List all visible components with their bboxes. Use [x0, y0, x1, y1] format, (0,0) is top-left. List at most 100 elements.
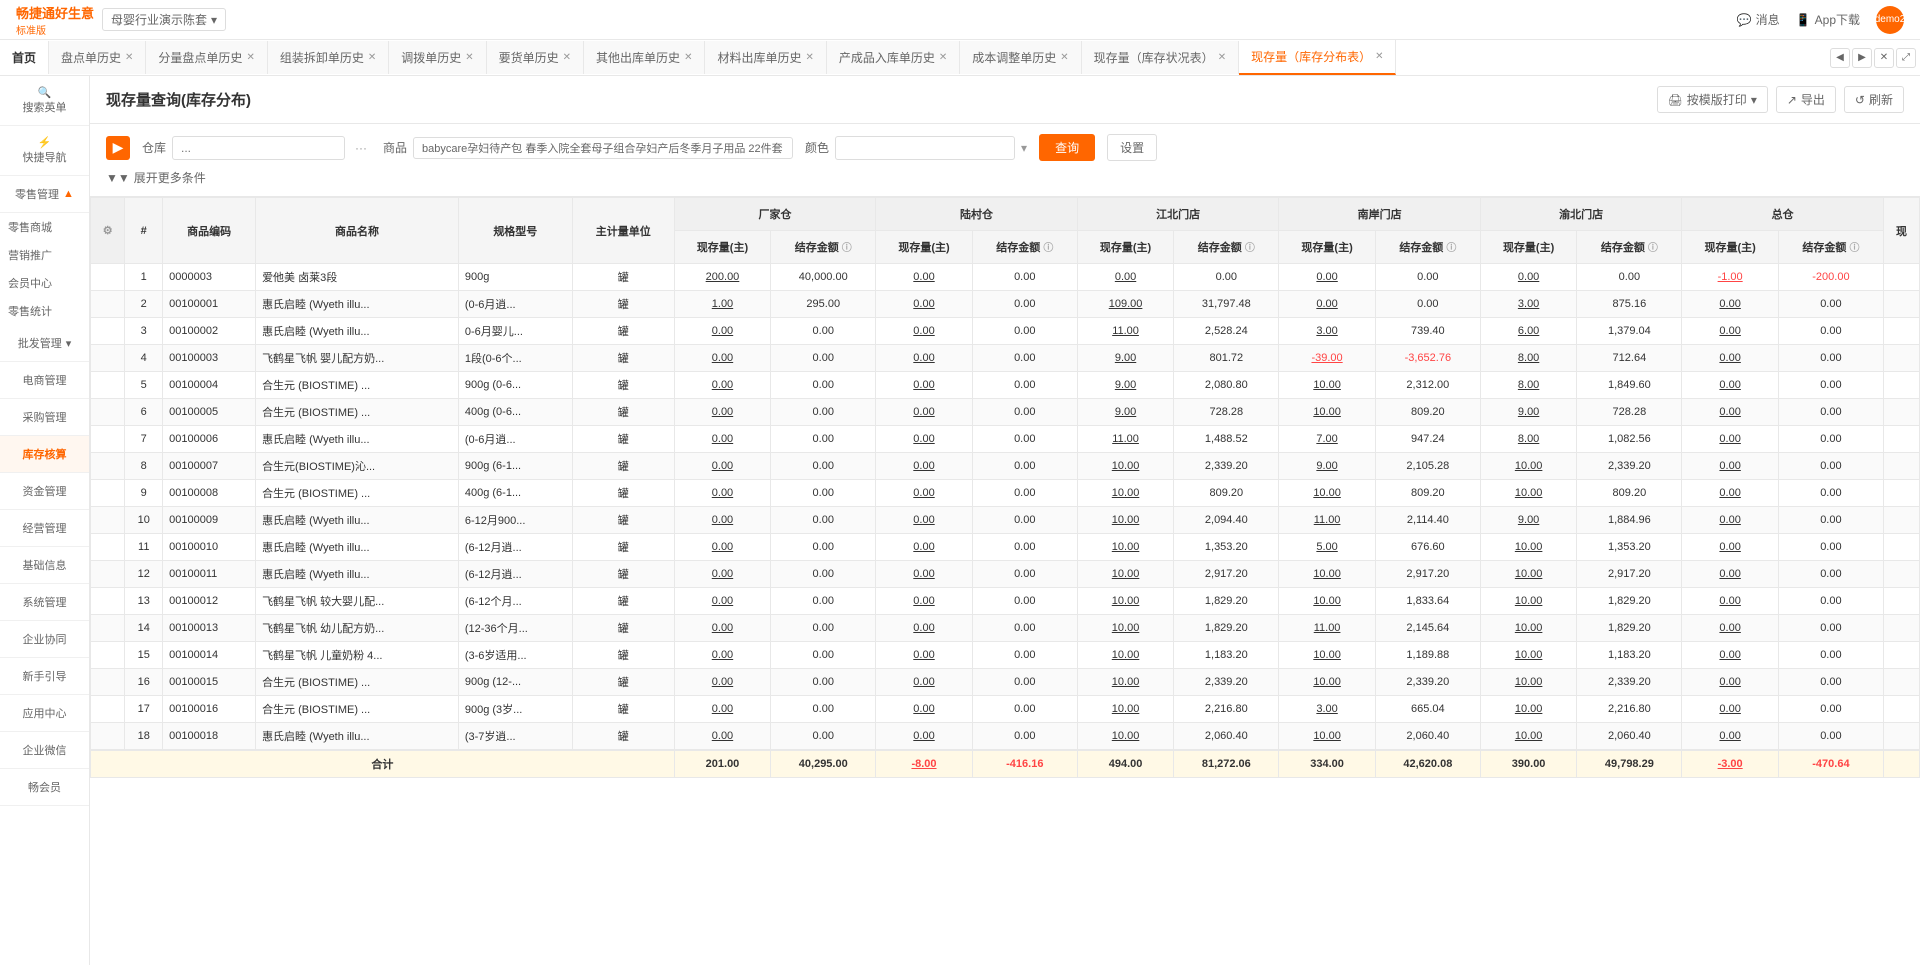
- row-c1-qty[interactable]: 0.00: [674, 453, 770, 480]
- row-c4-qty[interactable]: 10.00: [1279, 561, 1375, 588]
- sidebar-item-corp[interactable]: 企业协同: [0, 621, 89, 658]
- row-c3-qty[interactable]: 10.00: [1077, 696, 1173, 723]
- close-icon[interactable]: ✕: [805, 52, 813, 63]
- row-c4-qty[interactable]: 11.00: [1279, 615, 1375, 642]
- row-c5-qty[interactable]: 6.00: [1480, 318, 1576, 345]
- row-c1-qty[interactable]: 0.00: [674, 615, 770, 642]
- tab-xcfb[interactable]: 现存量（库存分布表） ✕: [1239, 40, 1396, 75]
- close-icon[interactable]: ✕: [684, 52, 692, 63]
- row-c5-qty[interactable]: 10.00: [1480, 723, 1576, 751]
- row-total-qty[interactable]: 0.00: [1682, 372, 1778, 399]
- sidebar-item-vip[interactable]: 畅会员: [0, 769, 89, 806]
- row-total-qty[interactable]: 0.00: [1682, 534, 1778, 561]
- row-c3-qty[interactable]: 10.00: [1077, 642, 1173, 669]
- row-total-qty[interactable]: 0.00: [1682, 399, 1778, 426]
- row-total-qty[interactable]: 0.00: [1682, 480, 1778, 507]
- tab-cprkls[interactable]: 产成品入库单历史 ✕: [827, 41, 960, 74]
- row-c4-qty[interactable]: 5.00: [1279, 534, 1375, 561]
- row-c4-qty[interactable]: 7.00: [1279, 426, 1375, 453]
- sidebar-item-apps[interactable]: 应用中心: [0, 695, 89, 732]
- row-total-qty[interactable]: 0.00: [1682, 507, 1778, 534]
- sidebar-item-ecom[interactable]: 电商管理: [0, 362, 89, 399]
- table-container[interactable]: ⚙ # 商品编码 商品名称 规格型号 主计量单位 厂家仓 陆村仓 江北门店 南岸…: [90, 197, 1920, 965]
- filter-toggle-btn[interactable]: ▶: [106, 136, 130, 160]
- row-c1-qty[interactable]: 0.00: [674, 561, 770, 588]
- row-c5-qty[interactable]: 8.00: [1480, 345, 1576, 372]
- row-c4-qty[interactable]: 10.00: [1279, 669, 1375, 696]
- row-total-qty[interactable]: -1.00: [1682, 264, 1778, 291]
- row-c5-qty[interactable]: 10.00: [1480, 534, 1576, 561]
- row-c2-qty[interactable]: 0.00: [876, 642, 972, 669]
- row-total-qty[interactable]: 0.00: [1682, 561, 1778, 588]
- row-c5-qty[interactable]: 3.00: [1480, 291, 1576, 318]
- row-c3-qty[interactable]: 10.00: [1077, 453, 1173, 480]
- tab-qtckls[interactable]: 其他出库单历史 ✕: [584, 41, 705, 74]
- row-c2-qty[interactable]: 0.00: [876, 372, 972, 399]
- row-c4-qty[interactable]: 0.00: [1279, 291, 1375, 318]
- row-c5-qty[interactable]: 10.00: [1480, 588, 1576, 615]
- setting-btn[interactable]: 设置: [1107, 134, 1157, 161]
- tab-yhls[interactable]: 要货单历史 ✕: [487, 41, 584, 74]
- row-c2-qty[interactable]: 0.00: [876, 480, 972, 507]
- row-c5-qty[interactable]: 10.00: [1480, 696, 1576, 723]
- row-c2-qty[interactable]: 0.00: [876, 561, 972, 588]
- row-total-qty[interactable]: 0.00: [1682, 615, 1778, 642]
- row-c4-qty[interactable]: 3.00: [1279, 318, 1375, 345]
- tab-pddls[interactable]: 盘点单历史 ✕: [49, 41, 146, 74]
- row-c3-qty[interactable]: 10.00: [1077, 507, 1173, 534]
- row-total-qty[interactable]: 0.00: [1682, 696, 1778, 723]
- export-btn[interactable]: ↗ 导出: [1776, 86, 1836, 113]
- row-c1-qty[interactable]: 0.00: [674, 588, 770, 615]
- row-c3-qty[interactable]: 10.00: [1077, 615, 1173, 642]
- sidebar-item-ops[interactable]: 经营管理: [0, 510, 89, 547]
- row-c1-qty[interactable]: 1.00: [674, 291, 770, 318]
- sidebar-sub-member[interactable]: 会员中心: [0, 269, 89, 297]
- row-c5-qty[interactable]: 9.00: [1480, 507, 1576, 534]
- row-c4-qty[interactable]: 10.00: [1279, 372, 1375, 399]
- close-icon[interactable]: ✕: [1375, 51, 1383, 62]
- row-c5-qty[interactable]: 10.00: [1480, 561, 1576, 588]
- sidebar-item-finance[interactable]: 资金管理: [0, 473, 89, 510]
- row-c3-qty[interactable]: 9.00: [1077, 345, 1173, 372]
- row-c2-qty[interactable]: 0.00: [876, 453, 972, 480]
- row-c1-qty[interactable]: 0.00: [674, 696, 770, 723]
- row-c1-qty[interactable]: 0.00: [674, 507, 770, 534]
- row-c5-qty[interactable]: 8.00: [1480, 426, 1576, 453]
- company-selector[interactable]: 母婴行业演示陈套 ▾: [102, 8, 226, 31]
- tab-fblsdls[interactable]: 分量盘点单历史 ✕: [146, 41, 267, 74]
- row-c2-qty[interactable]: 0.00: [876, 615, 972, 642]
- tab-expand-btn[interactable]: ⤢: [1896, 48, 1916, 68]
- sidebar-item-wholesale[interactable]: 批发管理 ▾: [0, 325, 89, 362]
- close-icon[interactable]: ✕: [939, 52, 947, 63]
- row-total-qty[interactable]: 0.00: [1682, 318, 1778, 345]
- warehouse-input[interactable]: [172, 136, 345, 160]
- row-c2-qty[interactable]: 0.00: [876, 345, 972, 372]
- tab-clckls[interactable]: 材料出库单历史 ✕: [705, 41, 826, 74]
- row-c2-qty[interactable]: 0.00: [876, 723, 972, 751]
- search-btn[interactable]: 查询: [1039, 134, 1095, 161]
- row-c4-qty[interactable]: 10.00: [1279, 642, 1375, 669]
- tab-cbtzls[interactable]: 成本调整单历史 ✕: [960, 41, 1081, 74]
- sidebar-item-search[interactable]: 🔍 搜索英单: [0, 76, 89, 126]
- row-total-qty[interactable]: 0.00: [1682, 588, 1778, 615]
- row-c1-qty[interactable]: 0.00: [674, 669, 770, 696]
- app-download-btn[interactable]: 📱 App下载: [1796, 11, 1860, 28]
- refresh-btn[interactable]: ↺ 刷新: [1844, 86, 1904, 113]
- info-icon[interactable]: ⓘ: [842, 243, 852, 254]
- row-c1-qty[interactable]: 0.00: [674, 723, 770, 751]
- sidebar-item-retail[interactable]: 零售管理 ▲: [0, 176, 89, 213]
- sidebar-item-guide[interactable]: 新手引导: [0, 658, 89, 695]
- sidebar-sub-retail-shop[interactable]: 零售商城: [0, 213, 89, 241]
- row-c5-qty[interactable]: 10.00: [1480, 480, 1576, 507]
- col-gear[interactable]: ⚙: [91, 198, 125, 264]
- row-c1-qty[interactable]: 0.00: [674, 426, 770, 453]
- row-c2-qty[interactable]: 0.00: [876, 264, 972, 291]
- row-c5-qty[interactable]: 10.00: [1480, 669, 1576, 696]
- sidebar-item-basic[interactable]: 基础信息: [0, 547, 89, 584]
- row-c3-qty[interactable]: 0.00: [1077, 264, 1173, 291]
- info-icon[interactable]: ⓘ: [1648, 243, 1658, 254]
- info-icon[interactable]: ⓘ: [1245, 243, 1255, 254]
- info-icon[interactable]: ⓘ: [1446, 243, 1456, 254]
- message-btn[interactable]: 💬 消息: [1737, 11, 1780, 28]
- row-c4-qty[interactable]: 9.00: [1279, 453, 1375, 480]
